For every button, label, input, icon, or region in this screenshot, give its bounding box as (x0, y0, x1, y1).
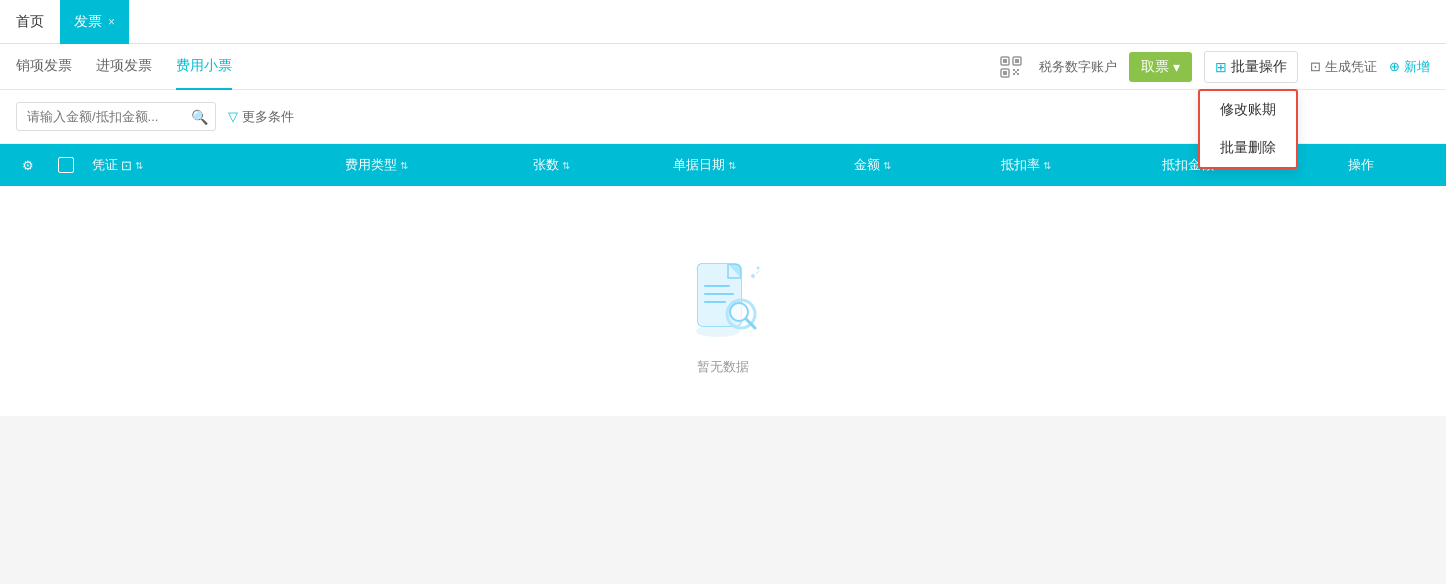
th-count: 张数 ⇅ (488, 156, 614, 174)
date-sort-icon[interactable]: ⇅ (728, 160, 736, 171)
close-icon[interactable]: × (108, 15, 115, 29)
batch-op-icon: ⊞ (1215, 59, 1227, 75)
th-deduct-rate: 抵扣率 ⇅ (949, 156, 1103, 174)
th-voucher: 凭证 ⊡ ⇅ (84, 156, 265, 174)
th-amount: 金额 ⇅ (795, 156, 949, 174)
take-ticket-dropdown-icon: ▾ (1173, 59, 1180, 75)
tab-sales[interactable]: 销项发票 (16, 44, 72, 90)
invoice-tab-label: 发票 (74, 13, 102, 31)
home-tab[interactable]: 首页 (16, 13, 60, 31)
sub-tabs-left: 销项发票 进项发票 费用小票 (16, 44, 232, 90)
tab-input[interactable]: 进项发票 (96, 44, 152, 90)
svg-line-20 (756, 271, 759, 274)
table-area: ⚙ 凭证 ⊡ ⇅ 费用类型 ⇅ 张数 ⇅ 单据日期 ⇅ 金额 ⇅ 抵扣率 ⇅ (0, 144, 1446, 416)
add-icon: ⊕ (1389, 59, 1400, 74)
batch-op-button[interactable]: ⊞ 批量操作 (1204, 51, 1298, 83)
voucher-sort-icon[interactable]: ⇅ (135, 160, 143, 171)
top-nav: 首页 发票 × (0, 0, 1446, 44)
sub-tabs-bar: 销项发票 进项发票 费用小票 税务数字账户 (0, 44, 1446, 90)
empty-state: 暂无数据 (0, 186, 1446, 416)
deduct-rate-sort-icon[interactable]: ⇅ (1043, 160, 1051, 171)
filter-icon: ▽ (228, 109, 238, 124)
expense-type-sort-icon[interactable]: ⇅ (400, 160, 408, 171)
add-button[interactable]: ⊕ 新增 (1389, 58, 1430, 76)
more-filter-button[interactable]: ▽ 更多条件 (228, 108, 294, 126)
svg-point-18 (751, 274, 755, 278)
empty-text: 暂无数据 (697, 358, 749, 376)
take-ticket-button[interactable]: 取票 ▾ (1129, 52, 1192, 82)
svg-rect-5 (1003, 71, 1007, 75)
th-date: 单据日期 ⇅ (614, 156, 795, 174)
qr-button[interactable] (995, 51, 1027, 83)
batch-op-dropdown: 修改账期 批量删除 (1198, 89, 1298, 169)
svg-rect-9 (1017, 73, 1019, 75)
amount-sort-icon[interactable]: ⇅ (883, 160, 891, 171)
dropdown-item-batch-delete[interactable]: 批量删除 (1200, 129, 1296, 167)
tab-expense[interactable]: 费用小票 (176, 44, 232, 90)
tax-account-button[interactable]: 税务数字账户 (1039, 58, 1117, 76)
th-actions: 操作 (1284, 156, 1438, 174)
empty-state-icon (673, 246, 773, 346)
invoice-tab[interactable]: 发票 × (60, 0, 129, 44)
generate-voucher-button[interactable]: ⊡ 生成凭证 (1310, 58, 1377, 76)
batch-op-wrap: ⊞ 批量操作 修改账期 批量删除 (1204, 51, 1298, 83)
svg-rect-7 (1017, 69, 1019, 71)
svg-rect-10 (1015, 71, 1017, 73)
sub-tabs-right: 税务数字账户 取票 ▾ ⊞ 批量操作 修改账期 批量删除 ⊡ 生成凭证 (995, 51, 1430, 83)
svg-rect-6 (1013, 69, 1015, 71)
th-gear[interactable]: ⚙ (8, 158, 48, 173)
generate-voucher-icon: ⊡ (1310, 59, 1321, 74)
search-input-wrap: 🔍 (16, 102, 216, 131)
qr-icon (1000, 56, 1022, 78)
svg-point-19 (757, 267, 760, 270)
count-sort-icon[interactable]: ⇅ (562, 160, 570, 171)
svg-rect-3 (1015, 59, 1019, 63)
gear-icon: ⚙ (22, 158, 34, 173)
voucher-icon: ⊡ (121, 158, 132, 173)
search-icon[interactable]: 🔍 (191, 109, 208, 125)
svg-rect-8 (1013, 73, 1015, 75)
svg-rect-1 (1003, 59, 1007, 63)
th-expense-type: 费用类型 ⇅ (265, 156, 488, 174)
dropdown-item-modify-period[interactable]: 修改账期 (1200, 91, 1296, 129)
th-checkbox[interactable] (48, 157, 84, 173)
select-all-checkbox[interactable] (58, 157, 74, 173)
search-input[interactable] (16, 102, 216, 131)
